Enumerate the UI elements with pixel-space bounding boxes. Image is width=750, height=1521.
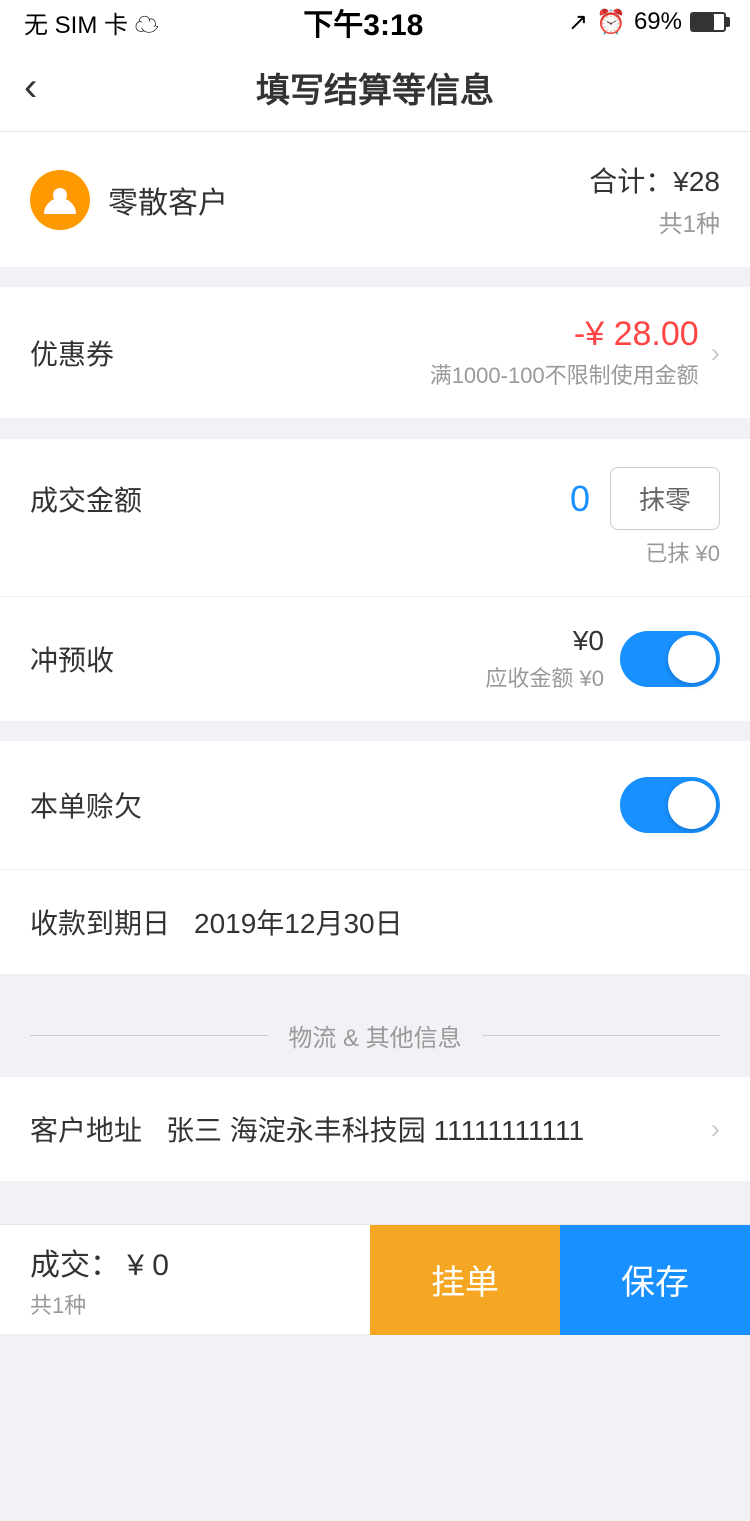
address-left: 客户地址 张三 海淀永丰科技园 11111111111 bbox=[30, 1109, 584, 1149]
prepay-value: ¥0 bbox=[485, 625, 604, 657]
debt-section: 本单赊欠 收款到期日 2019年12月30日 bbox=[0, 741, 750, 974]
customer-row: 零散客户 合计：¥28 共1种 bbox=[0, 132, 750, 267]
address-section: 客户地址 张三 海淀永丰科技园 11111111111 › bbox=[0, 1077, 750, 1181]
coupon-label: 优惠券 bbox=[30, 333, 114, 373]
battery-icon bbox=[690, 12, 726, 32]
transaction-row: 成交金额 0 抹零 已抹 ¥0 bbox=[0, 438, 750, 596]
debt-toggle-knob bbox=[668, 781, 716, 829]
due-date-row: 收款到期日 2019年12月30日 bbox=[0, 869, 750, 974]
sim-label: 无 SIM 卡 ☁ bbox=[24, 5, 159, 40]
customer-total: 合计：¥28 bbox=[589, 160, 720, 200]
debt-toggle[interactable] bbox=[620, 777, 720, 833]
customer-info: 零散客户 bbox=[30, 170, 228, 230]
status-right: ↗ ⏰ 69% bbox=[568, 8, 726, 37]
coupon-info: -¥ 28.00 满1000-100不限制使用金额 bbox=[430, 315, 699, 390]
divider-line-right bbox=[482, 1035, 720, 1036]
logistics-divider: 物流 & 其他信息 bbox=[0, 994, 750, 1077]
bottom-amount: 成交： ¥ 0 bbox=[30, 1240, 340, 1284]
prepay-label: 冲预收 bbox=[30, 639, 114, 679]
chevron-right-icon: › bbox=[711, 337, 720, 369]
transaction-right: 0 抹零 bbox=[570, 467, 720, 530]
bottom-bar: 成交： ¥ 0 共1种 挂单 保存 bbox=[0, 1224, 750, 1334]
transaction-subtext: 已抹 ¥0 bbox=[30, 536, 720, 568]
coupon-row[interactable]: 优惠券 -¥ 28.00 满1000-100不限制使用金额 › bbox=[0, 287, 750, 418]
transaction-amount-row: 成交金额 0 抹零 bbox=[30, 467, 720, 530]
customer-name: 零散客户 bbox=[108, 178, 228, 222]
coupon-discount: -¥ 28.00 bbox=[430, 315, 699, 354]
address-row[interactable]: 客户地址 张三 海淀永丰科技园 11111111111 › bbox=[0, 1077, 750, 1181]
divider-text: 物流 & 其他信息 bbox=[288, 1018, 461, 1053]
prepay-row: 冲预收 ¥0 应收金额 ¥0 bbox=[0, 596, 750, 721]
address-value: 张三 海淀永丰科技园 11111111111 bbox=[166, 1109, 584, 1149]
status-bar: 无 SIM 卡 ☁ 下午3:18 ↗ ⏰ 69% bbox=[0, 0, 750, 44]
due-date-value: 2019年12月30日 bbox=[194, 902, 403, 942]
bottom-count: 共1种 bbox=[30, 1288, 340, 1320]
prepay-toggle[interactable] bbox=[620, 631, 720, 687]
hold-button[interactable]: 挂单 bbox=[370, 1225, 560, 1335]
toggle-knob bbox=[668, 635, 716, 683]
status-left: 无 SIM 卡 ☁ bbox=[24, 5, 159, 40]
location-icon: ↗ bbox=[568, 8, 588, 37]
user-icon bbox=[42, 182, 78, 218]
coupon-section: 优惠券 -¥ 28.00 满1000-100不限制使用金额 › bbox=[0, 287, 750, 418]
status-time: 下午3:18 bbox=[303, 0, 423, 44]
round-button[interactable]: 抹零 bbox=[610, 467, 720, 530]
prepay-right: ¥0 应收金额 ¥0 bbox=[485, 625, 720, 693]
bottom-amount-value: ¥ 0 bbox=[127, 1249, 169, 1282]
save-button[interactable]: 保存 bbox=[560, 1225, 750, 1335]
prepay-subtext: 应收金额 ¥0 bbox=[485, 661, 604, 693]
page-title: 填写结算等信息 bbox=[256, 63, 494, 112]
debt-row: 本单赊欠 bbox=[0, 741, 750, 869]
customer-count: 共1种 bbox=[589, 204, 720, 239]
customer-avatar bbox=[30, 170, 90, 230]
address-chevron-icon: › bbox=[711, 1113, 720, 1145]
coupon-subtext: 满1000-100不限制使用金额 bbox=[430, 358, 699, 390]
bottom-amount-label: 成交： bbox=[30, 1249, 120, 1282]
transaction-value: 0 bbox=[570, 478, 590, 520]
customer-total-area: 合计：¥28 共1种 bbox=[589, 160, 720, 239]
customer-section: 零散客户 合计：¥28 共1种 bbox=[0, 132, 750, 267]
due-date-label: 收款到期日 bbox=[30, 902, 170, 942]
transaction-section: 成交金额 0 抹零 已抹 ¥0 冲预收 ¥0 应收金额 ¥0 bbox=[0, 438, 750, 721]
battery-label: 69% bbox=[634, 8, 682, 36]
debt-label: 本单赊欠 bbox=[30, 785, 142, 825]
divider-line-left bbox=[30, 1035, 268, 1036]
alarm-icon: ⏰ bbox=[596, 8, 626, 37]
bottom-info: 成交： ¥ 0 共1种 bbox=[0, 1240, 370, 1320]
nav-bar: ‹ 填写结算等信息 bbox=[0, 44, 750, 132]
coupon-right: -¥ 28.00 满1000-100不限制使用金额 › bbox=[430, 315, 720, 390]
back-button[interactable]: ‹ bbox=[24, 65, 37, 110]
transaction-label: 成交金额 bbox=[30, 479, 142, 519]
address-label: 客户地址 bbox=[30, 1109, 142, 1149]
